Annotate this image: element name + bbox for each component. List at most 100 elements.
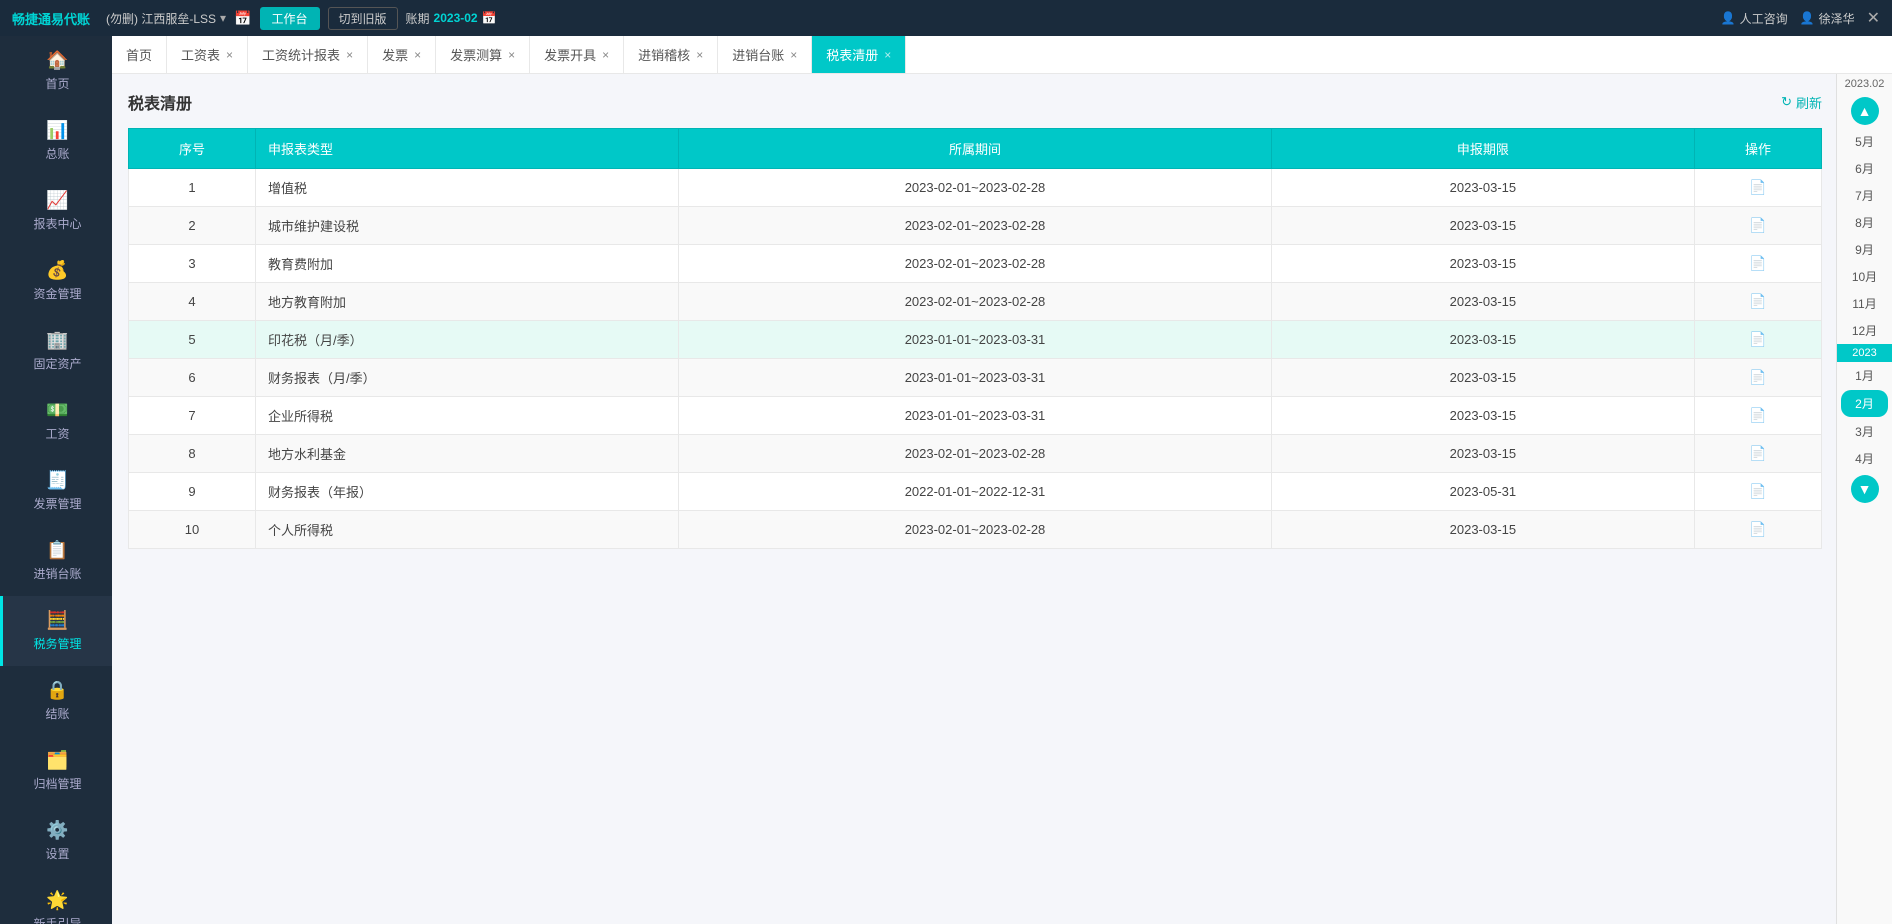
tab-invoice-calc-close[interactable]: × [508,48,515,62]
cell-seq-7: 8 [129,435,256,473]
cal-month-4[interactable]: 4月 [1837,445,1892,472]
switch-old-button[interactable]: 切到旧版 [328,7,398,30]
cell-action-8: 📄 [1695,473,1822,511]
cell-seq-2: 3 [129,245,256,283]
calendar-down-button[interactable]: ▼ [1851,475,1879,503]
cell-action-9: 📄 [1695,511,1822,549]
tab-sales-check-close[interactable]: × [696,48,703,62]
cal-month-9[interactable]: 9月 [1837,236,1892,263]
cell-period-9: 2023-02-01~2023-02-28 [679,511,1272,549]
close-window-icon[interactable]: ✕ [1867,8,1880,28]
ledger-icon: 📊 [46,120,68,141]
assets-icon: 🏢 [46,330,68,351]
sidebar-item-salary[interactable]: 💵 工资 [0,386,112,456]
calendar-up-button[interactable]: ▲ [1851,97,1879,125]
sidebar-item-settings[interactable]: ⚙️ 设置 [0,806,112,876]
sidebar-label-archive: 归档管理 [33,775,81,792]
company-selector[interactable]: (勿删) 江西服垒-LSS ▾ [106,10,226,27]
sidebar-item-report[interactable]: 📈 报表中心 [0,176,112,246]
tab-home[interactable]: 首页 [112,36,167,74]
action-icon-9[interactable]: 📄 [1749,521,1766,537]
cal-month-5[interactable]: 5月 [1837,128,1892,155]
tab-salary-table[interactable]: 工资表 × [167,36,248,74]
sidebar-item-tax[interactable]: 🧮 税务管理 [0,596,112,666]
sidebar-label-ledger: 总账 [45,145,69,162]
close-icon: 🔒 [46,680,68,701]
cal-month-3[interactable]: 3月 [1837,418,1892,445]
cell-period-0: 2023-02-01~2023-02-28 [679,169,1272,207]
refresh-button[interactable]: ↻ 刷新 [1781,93,1822,112]
tab-sales-ledger-close[interactable]: × [790,48,797,62]
tab-salary-table-close[interactable]: × [226,48,233,62]
sidebar-item-sales[interactable]: 📋 进销台账 [0,526,112,596]
human-service[interactable]: 👤 人工咨询 [1721,10,1788,27]
cal-month-12[interactable]: 12月 [1837,317,1892,344]
dropdown-icon[interactable]: ▾ [220,11,226,25]
tab-tax-register[interactable]: 税表清册 × [812,36,906,74]
cell-declare-4: 2023-03-15 [1271,321,1694,359]
cell-type-0: 增值税 [255,169,678,207]
action-icon-2[interactable]: 📄 [1749,255,1766,271]
action-icon-7[interactable]: 📄 [1749,445,1766,461]
sidebar-label-salary: 工资 [45,425,69,442]
calendar-icon: 📅 [234,10,251,27]
tab-invoice-open[interactable]: 发票开具 × [530,36,624,74]
cal-month-11[interactable]: 11月 [1837,290,1892,317]
service-icon: 👤 [1721,11,1736,25]
tab-sales-check[interactable]: 进销稽核 × [624,36,718,74]
archive-icon: 🗂️ [46,750,68,771]
sidebar-item-home[interactable]: 🏠 首页 [0,36,112,106]
tab-tax-register-close[interactable]: × [884,48,891,62]
sidebar-item-archive[interactable]: 🗂️ 归档管理 [0,736,112,806]
cell-seq-3: 4 [129,283,256,321]
cell-declare-9: 2023-03-15 [1271,511,1694,549]
tab-invoice-open-label: 发票开具 [544,45,596,64]
action-icon-0[interactable]: 📄 [1749,179,1766,195]
action-icon-3[interactable]: 📄 [1749,293,1766,309]
tab-salary-stat-close[interactable]: × [346,48,353,62]
cal-month-2-current[interactable]: 2月 [1841,390,1888,417]
sidebar-item-fund[interactable]: 💰 资金管理 [0,246,112,316]
tab-salary-stat[interactable]: 工资统计报表 × [248,36,368,74]
tab-sales-ledger[interactable]: 进销台账 × [718,36,812,74]
cell-type-7: 地方水利基金 [255,435,678,473]
action-icon-5[interactable]: 📄 [1749,369,1766,385]
sidebar-item-close[interactable]: 🔒 结账 [0,666,112,736]
sidebar-item-assets[interactable]: 🏢 固定资产 [0,316,112,386]
workbench-button[interactable]: 工作台 [260,7,320,30]
tab-invoice-close[interactable]: × [414,48,421,62]
sidebar-item-invoice[interactable]: 🧾 发票管理 [0,456,112,526]
tab-invoice-open-close[interactable]: × [602,48,609,62]
period-calendar-icon[interactable]: 📅 [482,11,497,25]
action-icon-8[interactable]: 📄 [1749,483,1766,499]
cell-period-2: 2023-02-01~2023-02-28 [679,245,1272,283]
cal-month-8[interactable]: 8月 [1837,209,1892,236]
user-info[interactable]: 👤 徐泽华 [1800,10,1855,27]
sidebar: 🏠 首页 📊 总账 📈 报表中心 💰 资金管理 🏢 固定资产 💵 工资 🧾 发票… [0,36,112,924]
tab-invoice[interactable]: 发票 × [368,36,436,74]
cal-month-6[interactable]: 6月 [1837,155,1892,182]
top-bar-right: 👤 人工咨询 👤 徐泽华 ✕ [1721,8,1880,28]
action-icon-4[interactable]: 📄 [1749,331,1766,347]
table-row: 9 财务报表（年报） 2022-01-01~2022-12-31 2023-05… [129,473,1822,511]
sidebar-item-ledger[interactable]: 📊 总账 [0,106,112,176]
cal-month-10[interactable]: 10月 [1837,263,1892,290]
action-icon-6[interactable]: 📄 [1749,407,1766,423]
sidebar-item-guide[interactable]: 🌟 新手引导 [0,876,112,924]
cal-month-7[interactable]: 7月 [1837,182,1892,209]
calendar-panel: 2023.02 ▲ 5月 6月 7月 8月 9月 10月 11月 12月 202… [1836,74,1892,924]
th-declare: 申报期限 [1271,129,1694,169]
sidebar-label-settings: 设置 [45,845,69,862]
action-icon-1[interactable]: 📄 [1749,217,1766,233]
invoice-icon: 🧾 [46,470,68,491]
cell-action-7: 📄 [1695,435,1822,473]
sidebar-label-guide: 新手引导 [33,915,81,924]
cal-month-1[interactable]: 1月 [1837,362,1892,389]
tab-sales-ledger-label: 进销台账 [732,45,784,64]
tab-invoice-calc[interactable]: 发票测算 × [436,36,530,74]
table-row: 10 个人所得税 2023-02-01~2023-02-28 2023-03-1… [129,511,1822,549]
period-label: 账期 [406,10,430,27]
cell-period-8: 2022-01-01~2022-12-31 [679,473,1272,511]
sidebar-label-tax: 税务管理 [33,635,81,652]
guide-icon: 🌟 [46,890,68,911]
